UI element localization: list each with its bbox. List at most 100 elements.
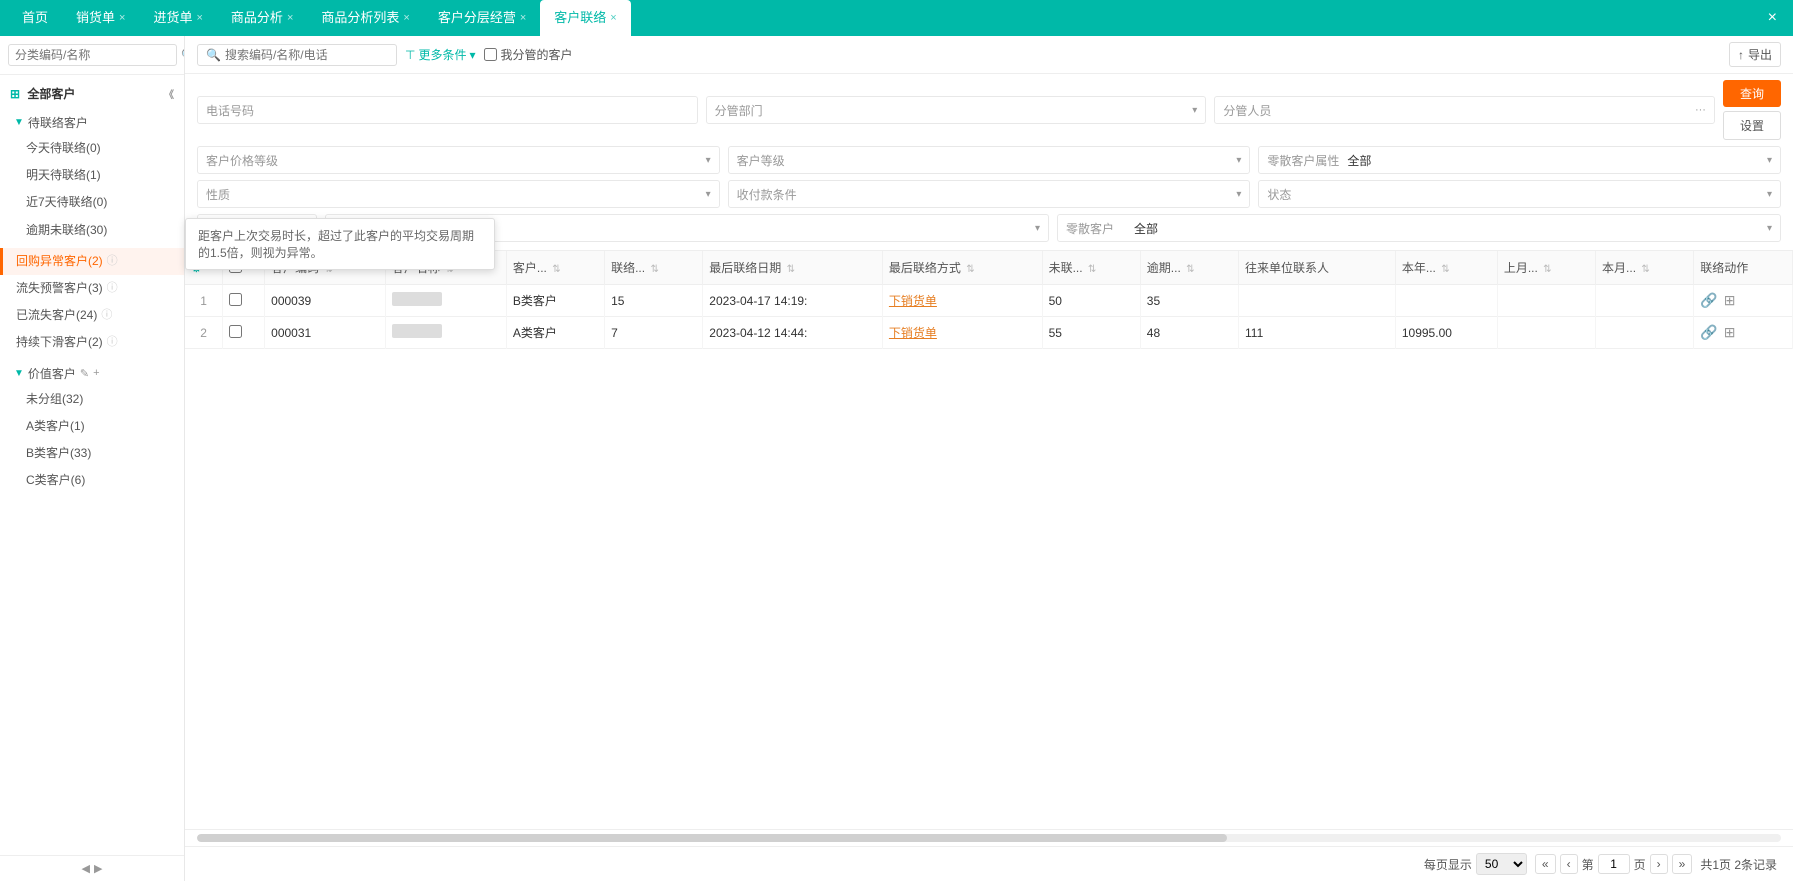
sort-this-year-icon[interactable]: ⇅ (1441, 264, 1449, 275)
col-last-contact-method[interactable]: 最后联络方式 ⇅ (882, 251, 1042, 285)
export-button[interactable]: ↑ 导出 (1729, 42, 1781, 67)
manager-more-icon: ··· (1695, 104, 1706, 116)
filter-search-input[interactable] (225, 48, 385, 62)
settings-button[interactable]: 设置 (1723, 111, 1781, 140)
sort-contact-icon[interactable]: ⇅ (650, 264, 658, 275)
info-icon-churned: ⓘ (101, 307, 112, 325)
my-customers-checkbox[interactable] (484, 48, 497, 61)
row-method-2[interactable]: 下销货单 (882, 317, 1042, 349)
my-customers-filter[interactable]: 我分管的客户 (484, 46, 573, 63)
sidebar-item-7days[interactable]: 近7天待联络(0) (0, 189, 184, 216)
filter-zero-retail-attr[interactable]: 零散客户属性 全部 ▾ (1258, 146, 1781, 174)
sidebar-item-tomorrow[interactable]: 明天待联络(1) (0, 162, 184, 189)
page-last-btn[interactable]: » (1672, 854, 1693, 874)
filter-price-level[interactable]: 客户价格等级 ▾ (197, 146, 720, 174)
filter-search-box[interactable]: 🔍 (197, 44, 397, 66)
chevron-down-icon: ▾ (469, 48, 475, 62)
filter-manager[interactable]: 分管人员 ··· (1214, 96, 1715, 124)
action-link-icon-1[interactable]: 🔗 (1700, 292, 1717, 309)
main-layout: 🔍 ⊞ 全部客户 《 ▼ 待联络客户 今天待联络(0) 明天待联络(1) (0, 36, 1793, 881)
page-size-select[interactable]: 10 20 50 100 (1476, 853, 1527, 875)
row-num-1: 1 (185, 285, 223, 317)
sidebar-item-c-type[interactable]: C类客户(6) (0, 467, 184, 494)
page-next-btn[interactable]: › (1650, 854, 1668, 874)
sidebar-item-repurchase-anomaly[interactable]: 回购异常客户(2) ⓘ (0, 248, 184, 275)
sidebar-pending-group: ▼ 待联络客户 今天待联络(0) 明天待联络(1) 近7天待联络(0) 逾期未联… (0, 108, 184, 246)
filter-status[interactable]: 状态 ▾ (1258, 180, 1781, 208)
window-close-button[interactable]: × (1760, 9, 1785, 27)
sort-level-icon[interactable]: ⇅ (552, 264, 560, 275)
sidebar-search-input[interactable] (8, 44, 177, 66)
nav-close-customer-contact[interactable]: × (610, 0, 616, 36)
sort-last-month-icon[interactable]: ⇅ (1543, 264, 1551, 275)
col-this-year[interactable]: 本年... ⇅ (1395, 251, 1497, 285)
sidebar-value-group: ▼ 价值客户 ✎ + 未分组(32) A类客户(1) B类客户(33) C类客户… (0, 359, 184, 497)
sidebar-pending-header[interactable]: ▼ 待联络客户 (0, 110, 184, 135)
page-prev-btn[interactable]: ‹ (1560, 854, 1578, 874)
nav-close-purchase[interactable]: × (196, 0, 202, 36)
col-last-contact-date[interactable]: 最后联络日期 ⇅ (703, 251, 883, 285)
nav-close-product-list[interactable]: × (403, 0, 409, 36)
nav-close-product-analysis[interactable]: × (287, 0, 293, 36)
action-grid-icon-1[interactable]: ⊞ (1724, 292, 1736, 309)
page-number-input[interactable] (1598, 854, 1630, 874)
row-method-1[interactable]: 下销货单 (882, 285, 1042, 317)
nav-close-sales[interactable]: × (119, 0, 125, 36)
data-table-wrapper: ⚙ 客户编码 ⇅ 客户名称 ⇅ (185, 251, 1793, 829)
col-this-month[interactable]: 本月... ⇅ (1596, 251, 1694, 285)
action-link-icon-2[interactable]: 🔗 (1700, 324, 1717, 341)
add-icon[interactable]: + (93, 367, 99, 379)
nav-item-purchase[interactable]: 进货单 × (139, 0, 216, 36)
filter-phone[interactable]: 电话号码 (197, 96, 698, 124)
filter-payment[interactable]: 收付款条件 ▾ (728, 180, 1251, 208)
sidebar-item-a-type[interactable]: A类客户(1) (0, 413, 184, 440)
col-last-month[interactable]: 上月... ⇅ (1497, 251, 1595, 285)
filter-more-conditions[interactable]: ⊤ 更多条件 ▾ (405, 46, 476, 63)
row-check-1[interactable] (223, 285, 265, 317)
filter-row-3: 性质 ▾ 收付款条件 ▾ 状态 ▾ (197, 180, 1781, 208)
filter-customer-level[interactable]: 客户等级 ▾ (728, 146, 1251, 174)
col-level[interactable]: 客户... ⇅ (506, 251, 604, 285)
row-last-date-1: 2023-04-17 14:19: (703, 285, 883, 317)
sort-unlocked-icon[interactable]: ⇅ (1088, 264, 1096, 275)
sidebar-item-churned[interactable]: 已流失客户(24) ⓘ (0, 302, 184, 329)
filter-gender[interactable]: 性质 ▾ (197, 180, 720, 208)
sidebar-item-today[interactable]: 今天待联络(0) (0, 135, 184, 162)
sidebar-item-churn-warning[interactable]: 流失预警客户(3) ⓘ (0, 275, 184, 302)
col-overdue[interactable]: 逾期... ⇅ (1140, 251, 1238, 285)
sidebar-body: ⊞ 全部客户 《 ▼ 待联络客户 今天待联络(0) 明天待联络(1) 近7天待联… (0, 75, 184, 855)
sidebar-item-b-type[interactable]: B类客户(33) (0, 440, 184, 467)
sort-overdue-icon[interactable]: ⇅ (1186, 264, 1194, 275)
edit-icon[interactable]: ✎ (80, 367, 89, 380)
nav-item-product-list[interactable]: 商品分析列表 × (307, 0, 423, 36)
sort-this-month-icon[interactable]: ⇅ (1641, 264, 1649, 275)
sidebar-item-declining[interactable]: 持续下滑客户(2) ⓘ (0, 329, 184, 356)
sidebar-item-overdue[interactable]: 逾期未联络(30) (0, 217, 184, 244)
sort-date-icon[interactable]: ⇅ (787, 264, 795, 275)
sort-method-icon[interactable]: ⇅ (966, 264, 974, 275)
filter-dept[interactable]: 分管部门 ▾ (706, 96, 1207, 124)
nav-item-sales[interactable]: 销货单 × (62, 0, 139, 36)
nav-item-customer-contact[interactable]: 客户联络 × (540, 0, 630, 36)
horizontal-scrollbar[interactable] (185, 829, 1793, 846)
page-first-btn[interactable]: « (1535, 854, 1556, 874)
query-button[interactable]: 查询 (1723, 80, 1781, 107)
col-contact-count[interactable]: 联络... ⇅ (605, 251, 703, 285)
sidebar-value-header[interactable]: ▼ 价值客户 ✎ + (0, 361, 184, 386)
col-actions: 联络动作 (1694, 251, 1793, 285)
sidebar-bottom[interactable]: ◀ ▶ (0, 855, 184, 881)
nav-item-customer-mgmt[interactable]: 客户分层经营 × (424, 0, 540, 36)
filter-zero-customer[interactable]: 零散客户 全部 ▾ (1057, 214, 1781, 242)
nav-item-product-analysis[interactable]: 商品分析 × (217, 0, 307, 36)
row-check-2[interactable] (223, 317, 265, 349)
col-contact-person[interactable]: 往来单位联系人 (1239, 251, 1396, 285)
nav-item-home[interactable]: 首页 (8, 0, 62, 36)
row-code-2: 000031 (265, 317, 386, 349)
nav-close-customer-mgmt[interactable]: × (520, 0, 526, 36)
sidebar-all-customers[interactable]: ⊞ 全部客户 《 (0, 79, 184, 108)
action-grid-icon-2[interactable]: ⊞ (1724, 324, 1736, 341)
row-last-month-1 (1497, 285, 1595, 317)
sidebar-item-ungroup[interactable]: 未分组(32) (0, 386, 184, 413)
filter-actions: 查询 设置 (1723, 80, 1781, 140)
col-unlocked[interactable]: 未联... ⇅ (1042, 251, 1140, 285)
